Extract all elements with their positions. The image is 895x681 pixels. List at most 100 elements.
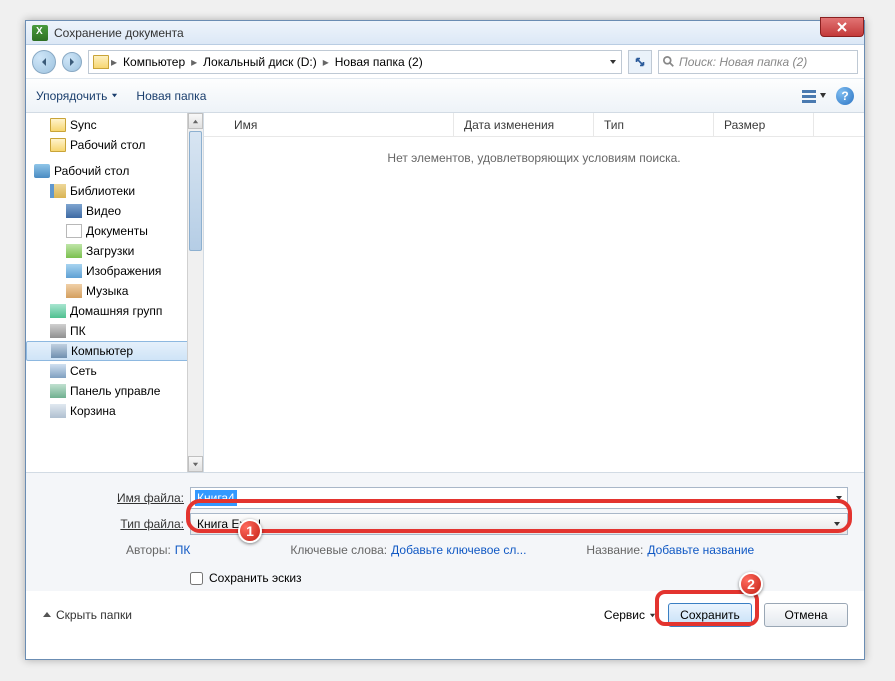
window-title: Сохранение документа: [54, 26, 184, 40]
arrow-right-icon: [67, 57, 77, 67]
tree-item-music[interactable]: Музыка: [26, 281, 203, 301]
doc-icon: [66, 224, 82, 238]
scroll-up-button[interactable]: [188, 113, 203, 129]
tree-item-label: Сеть: [70, 364, 97, 378]
tree-scrollbar[interactable]: [187, 113, 203, 472]
tree-item-label: Документы: [86, 224, 148, 238]
excel-icon: [32, 25, 48, 41]
save-form: Имя файла: Книга4 Тип файла: Книга Excel…: [26, 473, 864, 591]
cancel-button[interactable]: Отмена: [764, 603, 848, 627]
breadcrumb[interactable]: ▸ Компьютер ▸ Локальный диск (D:) ▸ Нова…: [88, 50, 622, 74]
tree-item-pc[interactable]: ПК: [26, 321, 203, 341]
save-button[interactable]: Сохранить: [668, 603, 752, 627]
tree-item-label: Загрузки: [86, 244, 134, 258]
save-thumbnail-label: Сохранить эскиз: [209, 571, 302, 585]
service-button[interactable]: Сервис: [604, 608, 656, 622]
title-label: Название:: [586, 543, 643, 557]
tree-item-network[interactable]: Сеть: [26, 361, 203, 381]
tree-item-label: Изображения: [86, 264, 161, 278]
views-icon: [802, 89, 826, 103]
tree-item-label: Домашняя групп: [70, 304, 162, 318]
chevron-up-icon: [42, 610, 52, 620]
search-input[interactable]: Поиск: Новая папка (2): [658, 50, 858, 74]
bin-icon: [50, 404, 66, 418]
keywords-label: Ключевые слова:: [290, 543, 387, 557]
close-button[interactable]: [820, 17, 864, 37]
tree-item-bin[interactable]: Корзина: [26, 401, 203, 421]
refresh-icon: [634, 56, 646, 68]
tree-item-label: Панель управле: [70, 384, 160, 398]
keywords-link[interactable]: Добавьте ключевое сл...: [391, 543, 526, 557]
crumb-drive[interactable]: Локальный диск (D:): [199, 55, 321, 69]
filetype-select[interactable]: Книга Excel: [190, 513, 848, 535]
filetype-value: Книга Excel: [197, 517, 261, 531]
new-folder-button[interactable]: Новая папка: [136, 89, 206, 103]
filetype-label: Тип файла:: [66, 517, 184, 531]
tree-item-lib[interactable]: Библиотеки: [26, 181, 203, 201]
views-button[interactable]: [802, 89, 826, 103]
help-button[interactable]: ?: [836, 87, 854, 105]
tree-item-panel[interactable]: Панель управле: [26, 381, 203, 401]
tree-item-label: Видео: [86, 204, 121, 218]
tree-item-doc[interactable]: Документы: [26, 221, 203, 241]
tree-item-computer[interactable]: Компьютер: [26, 341, 203, 361]
authors-label: Авторы:: [126, 543, 171, 557]
empty-message: Нет элементов, удовлетворяющих условиям …: [204, 137, 864, 179]
scroll-thumb[interactable]: [189, 131, 202, 251]
computer-icon: [51, 344, 67, 358]
hide-folders-button[interactable]: Скрыть папки: [42, 608, 132, 622]
refresh-button[interactable]: [628, 50, 652, 74]
nav-back-button[interactable]: [32, 50, 56, 74]
image-icon: [66, 264, 82, 278]
filename-dropdown[interactable]: [835, 491, 843, 505]
tree-item-desktop[interactable]: Рабочий стол: [26, 161, 203, 181]
body-area: Sync Рабочий стол Рабочий стол Библиотеки Ви…: [26, 113, 864, 473]
filename-value: Книга4: [195, 490, 237, 506]
tree-item-video[interactable]: Видео: [26, 201, 203, 221]
search-icon: [663, 56, 675, 68]
pc-icon: [50, 324, 66, 338]
dialog-footer: Скрыть папки Сервис Сохранить Отмена: [26, 591, 864, 639]
title-link[interactable]: Добавьте название: [647, 543, 754, 557]
column-type[interactable]: Тип: [594, 113, 714, 136]
toolbar: Упорядочить Новая папка ?: [26, 79, 864, 113]
chevron-down-icon: [833, 517, 841, 531]
organize-button[interactable]: Упорядочить: [36, 89, 118, 103]
nav-bar: ▸ Компьютер ▸ Локальный диск (D:) ▸ Нова…: [26, 45, 864, 79]
download-icon: [66, 244, 82, 258]
save-dialog-window: Сохранение документа ▸ Компьютер ▸ Локал…: [25, 20, 865, 660]
music-icon: [66, 284, 82, 298]
folder-icon: [50, 118, 66, 132]
tree-item-folder[interactable]: Sync: [26, 115, 203, 135]
nav-forward-button[interactable]: [62, 52, 82, 72]
column-modified[interactable]: Дата изменения: [454, 113, 594, 136]
tree-item-download[interactable]: Загрузки: [26, 241, 203, 261]
folder-icon: [50, 138, 66, 152]
network-icon: [50, 364, 66, 378]
tree-item-folder[interactable]: Рабочий стол: [26, 135, 203, 155]
arrow-left-icon: [39, 57, 49, 67]
desktop-icon: [34, 164, 50, 178]
tree-item-label: Музыка: [86, 284, 128, 298]
folder-tree: Sync Рабочий стол Рабочий стол Библиотеки Ви…: [26, 113, 204, 472]
scroll-down-button[interactable]: [188, 456, 203, 472]
save-thumbnail-checkbox[interactable]: [190, 572, 203, 585]
panel-icon: [50, 384, 66, 398]
homegroup-icon: [50, 304, 66, 318]
folder-icon: [93, 55, 109, 69]
tree-item-label: Корзина: [70, 404, 116, 418]
tree-item-label: Рабочий стол: [70, 138, 145, 152]
tree-item-label: Библиотеки: [70, 184, 135, 198]
crumb-computer[interactable]: Компьютер: [119, 55, 189, 69]
column-name[interactable]: Имя: [204, 113, 454, 136]
authors-link[interactable]: ПК: [175, 543, 191, 557]
chevron-down-icon: [609, 58, 617, 66]
filename-input[interactable]: Книга4: [190, 487, 848, 509]
breadcrumb-dropdown[interactable]: [609, 58, 617, 66]
file-list-pane: Имя Дата изменения Тип Размер Нет элемен…: [204, 113, 864, 472]
column-size[interactable]: Размер: [714, 113, 814, 136]
tree-item-homegroup[interactable]: Домашняя групп: [26, 301, 203, 321]
filename-label: Имя файла:: [66, 491, 184, 505]
crumb-folder[interactable]: Новая папка (2): [331, 55, 427, 69]
tree-item-image[interactable]: Изображения: [26, 261, 203, 281]
